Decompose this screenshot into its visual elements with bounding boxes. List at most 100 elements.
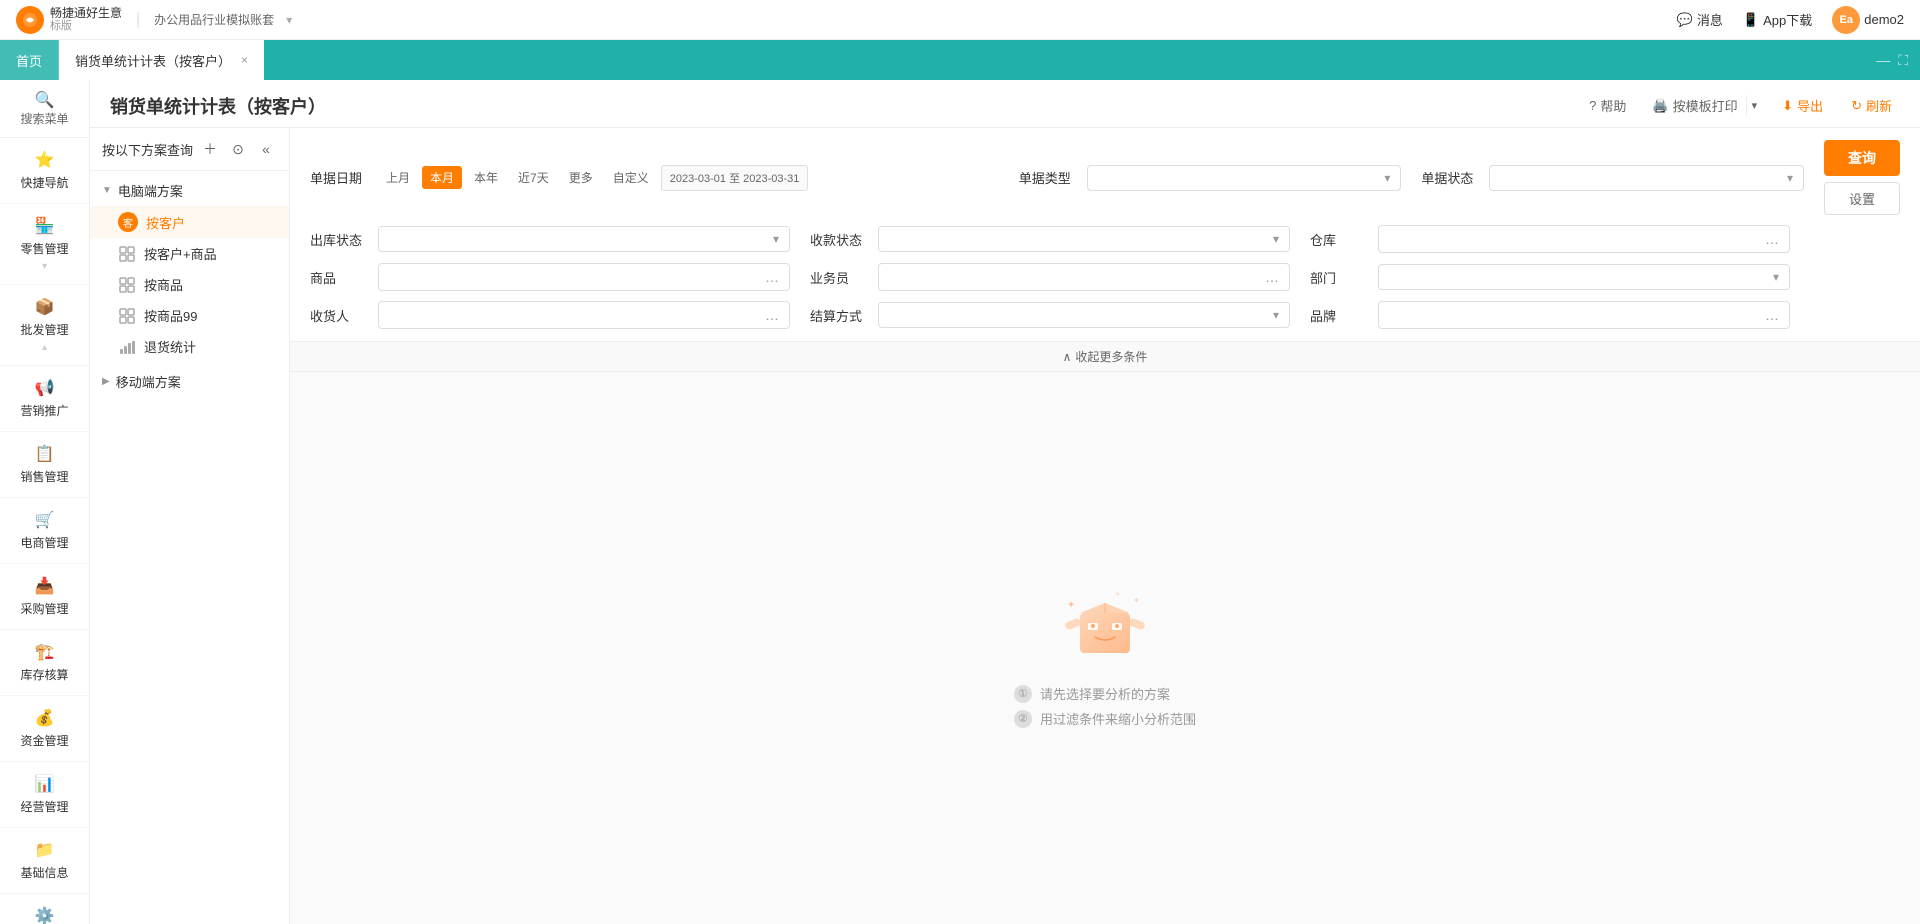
department-arrow: ▾ — [1773, 270, 1779, 284]
date-label: 单据日期 — [310, 168, 370, 187]
filter-department: 部门 ▾ — [1310, 264, 1790, 290]
refresh-button[interactable]: ↻ 刷新 — [1843, 92, 1900, 119]
export-button[interactable]: ⬇ 导出 — [1774, 92, 1831, 119]
action-btn-group: 查询 设置 — [1824, 140, 1900, 215]
sales-label: 销售管理 — [20, 468, 68, 485]
sidebar-item-operation[interactable]: 📊 经营管理 — [0, 762, 89, 828]
user-menu[interactable]: Ea demo2 — [1832, 6, 1904, 34]
mobile-expand-icon: ▶ — [102, 376, 110, 387]
date-last-month[interactable]: 上月 — [378, 166, 418, 189]
sidebar-item-ecommerce[interactable]: 🛒 电商管理 — [0, 498, 89, 564]
page-title: 销货单统计计表（按客户） — [110, 93, 326, 119]
out-status-select[interactable]: ▾ — [378, 226, 790, 252]
tip-text-1: 请先选择要分析的方案 — [1040, 684, 1170, 703]
print-dropdown-arrow[interactable]: ▾ — [1746, 95, 1763, 116]
order-status-arrow: ▾ — [1787, 171, 1793, 185]
date-7days[interactable]: 近7天 — [510, 166, 557, 189]
message-icon: 💬 — [1677, 12, 1693, 28]
empty-illustration: ✦ ✦ ✦ — [1055, 568, 1155, 668]
date-range-display[interactable]: 2023-03-01 至 2023-03-31 — [661, 165, 809, 191]
settlement-label: 结算方式 — [810, 306, 870, 325]
collapse-icon: ∧ — [1063, 350, 1072, 364]
date-control: 上月 本月 本年 近7天 更多 自定义 2023-03-01 至 2023-03… — [378, 165, 999, 191]
export-label: 导出 — [1797, 96, 1823, 115]
sidebar-item-inventory[interactable]: 🏗️ 库存核算 — [0, 630, 89, 696]
warehouse-select[interactable]: … — [1378, 225, 1790, 253]
system-icon: ⚙️ — [35, 906, 55, 924]
scheme-goods99-label: 按商品99 — [144, 306, 197, 325]
collapse-bar[interactable]: ∧ 收起更多条件 — [290, 342, 1920, 372]
recipient-select[interactable]: … — [378, 301, 790, 329]
quick-nav-icon: ⭐ — [35, 150, 55, 170]
scheme-item-customer-goods[interactable]: 按客户+商品 — [90, 238, 289, 269]
sidebar-item-basic[interactable]: 📁 基础信息 — [0, 828, 89, 894]
setting-button[interactable]: 设置 — [1824, 182, 1900, 215]
retail-arrow: ▾ — [42, 261, 47, 272]
out-status-label: 出库状态 — [310, 230, 370, 249]
message-button[interactable]: 💬 消息 — [1677, 10, 1723, 29]
wholesale-arrow: ▴ — [42, 342, 47, 353]
inventory-icon: 🏗️ — [35, 642, 55, 662]
sidebar-item-purchase[interactable]: 📥 采购管理 — [0, 564, 89, 630]
query-button[interactable]: 查询 — [1824, 140, 1900, 176]
logo-icon — [16, 6, 44, 34]
order-status-select[interactable]: ▾ — [1489, 165, 1804, 191]
scheme-mobile-header[interactable]: ▶ 移动端方案 — [90, 366, 289, 397]
scheme-edit-btn[interactable]: ⊙ — [227, 138, 249, 160]
scheme-item-returns[interactable]: 退货统计 — [90, 331, 289, 362]
order-type-select[interactable]: ▾ — [1087, 165, 1402, 191]
scheme-desktop-group: ▼ 电脑端方案 客 按客户 — [90, 171, 289, 366]
scheme-item-by-goods99[interactable]: 按商品99 — [90, 300, 289, 331]
inventory-label: 库存核算 — [20, 666, 68, 683]
receipt-status-select[interactable]: ▾ — [878, 226, 1290, 252]
search-menu[interactable]: 🔍 搜索菜单 — [0, 80, 89, 138]
date-more[interactable]: 更多 — [561, 166, 601, 189]
app-download-button[interactable]: 📱 App下载 — [1743, 10, 1812, 29]
sidebar-quick-nav[interactable]: ⭐ 快捷导航 — [0, 138, 89, 204]
top-header: 畅捷通好生意 标版 | 办公用品行业模拟账套 ▾ 💬 消息 📱 App下载 Ea… — [0, 0, 1920, 40]
message-label: 消息 — [1697, 10, 1723, 29]
goods-select[interactable]: … — [378, 263, 790, 291]
print-button[interactable]: 🖨️ 按模板打印 — [1646, 92, 1743, 119]
brand-select[interactable]: … — [1378, 301, 1790, 329]
order-type-arrow: ▾ — [1384, 171, 1390, 185]
sidebar-item-finance[interactable]: 💰 资金管理 — [0, 696, 89, 762]
app-name: 畅捷通好生意 — [50, 6, 122, 20]
tab-active[interactable]: 销货单统计计表（按客户） × — [59, 40, 264, 80]
salesperson-select[interactable]: … — [878, 263, 1290, 291]
scheme-customer-goods-icon — [118, 245, 136, 263]
operation-label: 经营管理 — [20, 798, 68, 815]
breadcrumb: 办公用品行业模拟账套 — [154, 11, 274, 28]
minimize-icon[interactable]: — — [1876, 52, 1890, 68]
inner-layout: 按以下方案查询 ＋ ⊙ « ▼ 电脑端方案 客 按客户 — [90, 128, 1920, 924]
tab-home[interactable]: 首页 — [0, 40, 59, 80]
sidebar-item-sales[interactable]: 📋 销售管理 — [0, 432, 89, 498]
sidebar-item-marketing[interactable]: 📢 营销推广 — [0, 366, 89, 432]
sales-icon: 📋 — [35, 444, 55, 464]
scheme-collapse-btn[interactable]: « — [255, 138, 277, 160]
tab-close-icon[interactable]: × — [241, 53, 248, 67]
sidebar-item-system[interactable]: ⚙️ 系统管理 — [0, 894, 89, 924]
help-button[interactable]: ? 帮助 — [1581, 92, 1634, 119]
department-select[interactable]: ▾ — [1378, 264, 1790, 290]
breadcrumb-arrow: ▾ — [286, 13, 292, 27]
date-this-month[interactable]: 本月 — [422, 166, 462, 189]
settlement-select[interactable]: ▾ — [878, 302, 1290, 328]
marketing-icon: 📢 — [35, 378, 55, 398]
page-header: 销货单统计计表（按客户） ? 帮助 🖨️ 按模板打印 ▾ ⬇ 导出 — [90, 80, 1920, 128]
scheme-item-by-goods[interactable]: 按商品 — [90, 269, 289, 300]
search-menu-label: 搜索菜单 — [8, 110, 81, 127]
scheme-add-btn[interactable]: ＋ — [199, 138, 221, 160]
wholesale-label: 批发管理 — [20, 321, 68, 338]
scheme-goods-icon — [118, 276, 136, 294]
date-custom[interactable]: 自定义 — [605, 166, 657, 189]
sidebar-item-retail[interactable]: 🏪 零售管理 ▾ — [0, 204, 89, 285]
scheme-item-by-customer[interactable]: 客 按客户 — [90, 206, 289, 238]
filter-row-3: 商品 … 业务员 … 部门 — [310, 263, 1900, 291]
date-this-year[interactable]: 本年 — [466, 166, 506, 189]
scheme-desktop-header[interactable]: ▼ 电脑端方案 — [90, 175, 289, 206]
maximize-icon[interactable]: ⛶ — [1898, 52, 1908, 69]
scheme-customer-goods-label: 按客户+商品 — [144, 244, 217, 263]
sidebar-item-wholesale[interactable]: 📦 批发管理 ▴ — [0, 285, 89, 366]
scheme-header-icons: ＋ ⊙ « — [199, 138, 277, 160]
